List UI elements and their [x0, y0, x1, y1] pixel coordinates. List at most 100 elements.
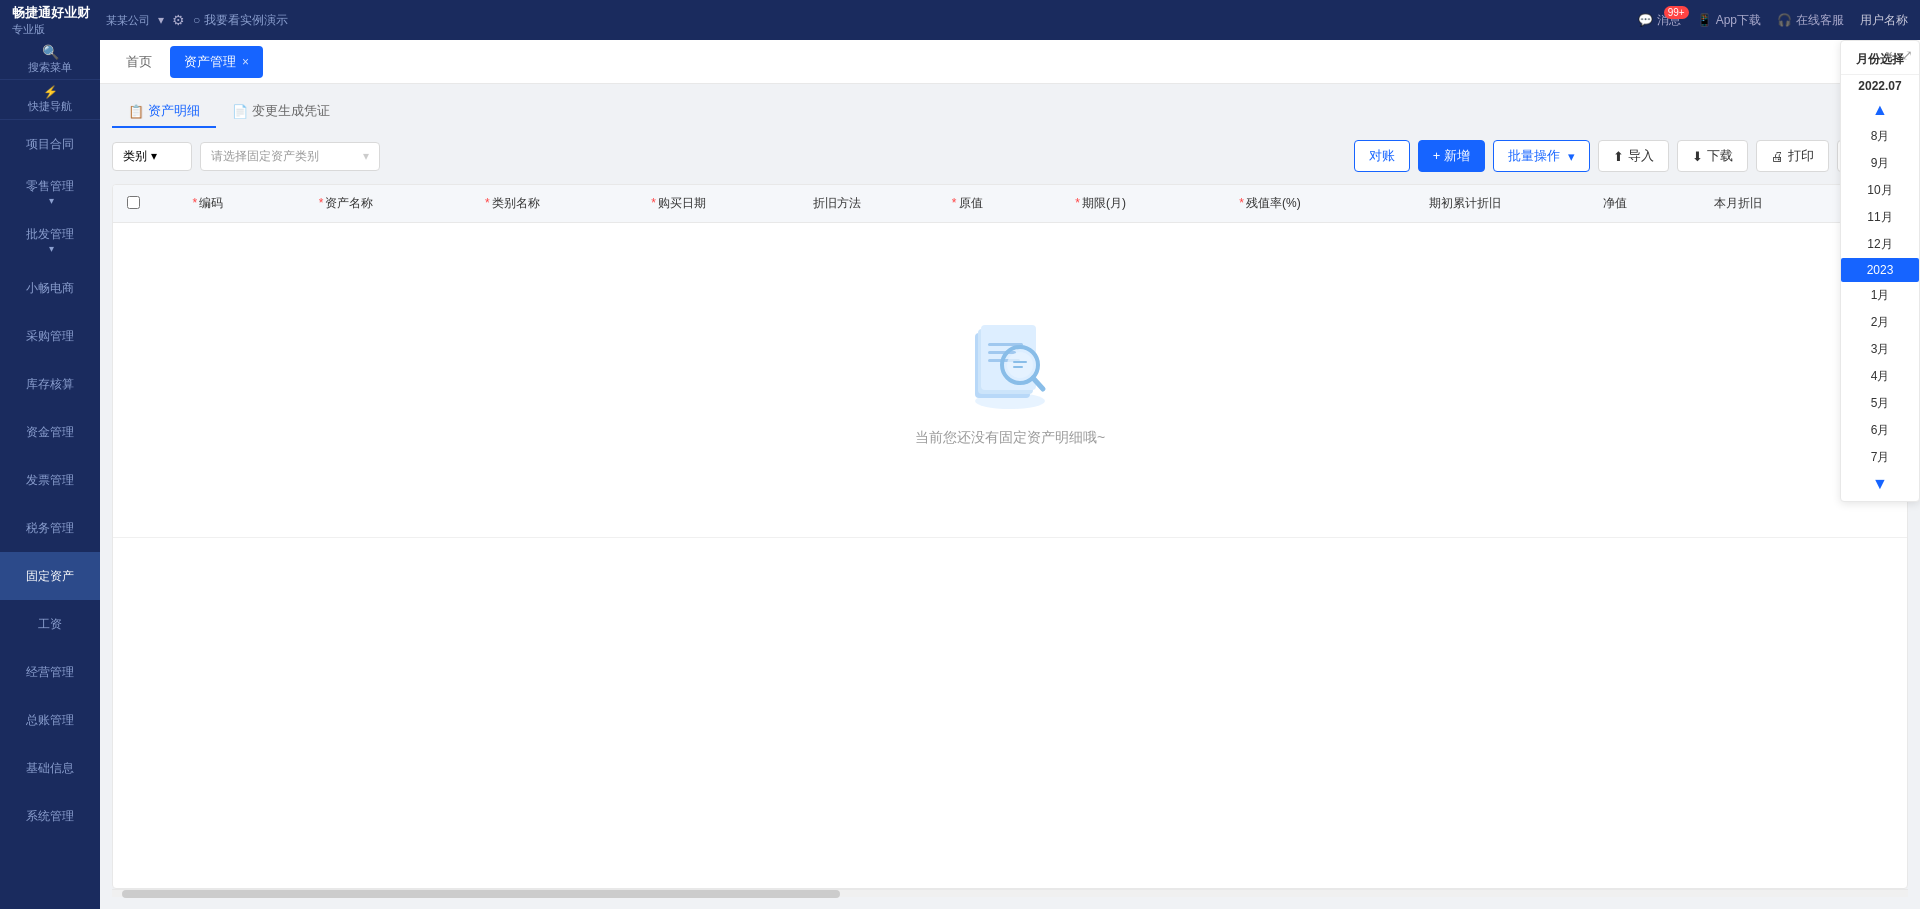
scroll-up-button[interactable]: ▲: [1868, 97, 1892, 123]
print-button[interactable]: 🖨 打印: [1756, 140, 1829, 172]
demo-button[interactable]: ○ 我要看实例演示: [193, 12, 288, 29]
month-item-8[interactable]: 8月: [1841, 123, 1919, 150]
chevron-down-icon-input: ▾: [363, 149, 369, 163]
month-item-4[interactable]: 4月: [1841, 363, 1919, 390]
sidebar-item-system[interactable]: 系统管理: [0, 792, 100, 840]
sidebar-item-fixed-assets[interactable]: 固定资产: [0, 552, 100, 600]
subtab-change-voucher[interactable]: 📄 变更生成凭证: [216, 96, 346, 128]
svg-rect-11: [1013, 366, 1023, 368]
demo-icon: ○: [193, 13, 200, 27]
sidebar-item-search[interactable]: 🔍 搜索菜单: [0, 40, 100, 80]
month-item-2[interactable]: 2月: [1841, 309, 1919, 336]
expand-panel-button[interactable]: ⤢: [1899, 45, 1915, 65]
sidebar-item-retail[interactable]: 零售管理 ▾: [0, 168, 100, 216]
th-category: *类别名称: [429, 185, 595, 223]
month-item-5[interactable]: 5月: [1841, 390, 1919, 417]
sidebar-item-tax[interactable]: 税务管理: [0, 504, 100, 552]
empty-state: 当前您还没有固定资产明细哦~: [121, 233, 1899, 527]
company-dropdown[interactable]: ▾: [158, 13, 164, 27]
empty-illustration: [950, 313, 1070, 413]
empty-state-cell: 当前您还没有固定资产明细哦~: [113, 223, 1907, 538]
select-all-checkbox[interactable]: [127, 196, 140, 209]
message-button[interactable]: 💬 消息 99+: [1638, 12, 1681, 29]
assets-table: *编码 *资产名称 *类别名称 *购买日期 折旧方法 *原值 *期限(月) *残…: [113, 185, 1907, 538]
month-item-12[interactable]: 12月: [1841, 231, 1919, 258]
chevron-down-icon: ▾: [49, 195, 54, 206]
th-net-value: 净值: [1568, 185, 1662, 223]
month-item-9[interactable]: 9月: [1841, 150, 1919, 177]
sidebar-item-ecommerce[interactable]: 小畅电商: [0, 264, 100, 312]
month-item-10[interactable]: 10月: [1841, 177, 1919, 204]
table-header-row: *编码 *资产名称 *类别名称 *购买日期 折旧方法 *原值 *期限(月) *残…: [113, 185, 1907, 223]
month-picker-panel: × ⤢ 月份选择 2022.07 ▲ 8月 9月 10月 11月 12月 202…: [1840, 40, 1920, 502]
scroll-down-button[interactable]: ▼: [1868, 471, 1892, 497]
tab-asset-management[interactable]: 资产管理 ×: [170, 46, 263, 78]
scrollbar-thumb[interactable]: [122, 890, 840, 898]
sidebar-item-operations[interactable]: 经营管理: [0, 648, 100, 696]
month-item-3[interactable]: 3月: [1841, 336, 1919, 363]
download-icon: 📱: [1697, 13, 1712, 27]
table-container: *编码 *资产名称 *类别名称 *购买日期 折旧方法 *原值 *期限(月) *残…: [112, 184, 1908, 889]
content-area: 首页 资产管理 × 📋 资产明细 📄 变更生成凭证: [100, 40, 1920, 909]
add-button[interactable]: + 新增: [1418, 140, 1485, 172]
sidebar-item-general-ledger[interactable]: 总账管理: [0, 696, 100, 744]
sidebar-item-purchase[interactable]: 采购管理: [0, 312, 100, 360]
download-button[interactable]: ⬇ 下载: [1677, 140, 1748, 172]
list-icon: 📋: [128, 104, 144, 119]
close-panel-button[interactable]: ×: [1883, 45, 1895, 65]
month-item-1[interactable]: 1月: [1841, 282, 1919, 309]
sidebar-item-contract[interactable]: 项目合同: [0, 120, 100, 168]
headset-icon: 🎧: [1777, 13, 1792, 27]
sub-tabs: 📋 资产明细 📄 变更生成凭证: [112, 96, 1908, 128]
th-purchase-date: *购买日期: [595, 185, 761, 223]
month-item-7[interactable]: 7月: [1841, 444, 1919, 471]
month-item-11[interactable]: 11月: [1841, 204, 1919, 231]
tab-close-icon[interactable]: ×: [242, 55, 249, 69]
toolbar: 类别 ▾ 请选择固定资产类别 ▾ 对账 + 新增 批量操作 ▾: [112, 140, 1908, 172]
online-service-button[interactable]: 🎧 在线客服: [1777, 12, 1844, 29]
th-residual-rate: *残值率(%): [1179, 185, 1361, 223]
chevron-down-icon-batch: ▾: [1568, 149, 1575, 164]
sidebar-item-quicknav[interactable]: ⚡ 快捷导航: [0, 80, 100, 120]
th-period: *期限(月): [1022, 185, 1179, 223]
top-bar-right: 💬 消息 99+ 📱 App下载 🎧 在线客服 用户名称: [1638, 12, 1908, 29]
company-name: 某某公司: [106, 13, 150, 28]
user-name[interactable]: 用户名称: [1860, 12, 1908, 29]
sidebar-item-invoice[interactable]: 发票管理: [0, 456, 100, 504]
month-item-6[interactable]: 6月: [1841, 417, 1919, 444]
th-accumulated-depreciation: 期初累计折旧: [1361, 185, 1568, 223]
settings-icon[interactable]: ⚙: [172, 12, 185, 28]
sidebar-item-wholesale[interactable]: 批发管理 ▾: [0, 216, 100, 264]
page-content: 📋 资产明细 📄 变更生成凭证 类别 ▾ 请选择固定资产类别: [100, 84, 1920, 909]
chevron-down-icon-filter: ▾: [151, 149, 157, 163]
message-badge: 99+: [1664, 6, 1689, 19]
doc-icon: 📄: [232, 104, 248, 119]
download-icon-btn: ⬇: [1692, 149, 1703, 164]
th-name: *资产名称: [263, 185, 429, 223]
reconcile-button[interactable]: 对账: [1354, 140, 1410, 172]
message-icon: 💬: [1638, 13, 1653, 27]
panel-controls: × ⤢: [1883, 45, 1915, 65]
app-download-button[interactable]: 📱 App下载: [1697, 12, 1761, 29]
batch-button[interactable]: 批量操作 ▾: [1493, 140, 1590, 172]
import-icon: ⬆: [1613, 149, 1624, 164]
sidebar-item-finance[interactable]: 资金管理: [0, 408, 100, 456]
month-year-display[interactable]: 2022.07: [1850, 75, 1909, 97]
toolbar-left: 类别 ▾ 请选择固定资产类别 ▾: [112, 142, 380, 171]
svg-rect-10: [1013, 361, 1027, 363]
sidebar-item-basic-info[interactable]: 基础信息: [0, 744, 100, 792]
category-input[interactable]: 请选择固定资产类别 ▾: [200, 142, 380, 171]
th-original-value: *原值: [912, 185, 1022, 223]
import-button[interactable]: ⬆ 导入: [1598, 140, 1669, 172]
sidebar-item-salary[interactable]: 工资: [0, 600, 100, 648]
year-2023-item[interactable]: 2023: [1841, 258, 1919, 282]
sidebar: 🔍 搜索菜单 ⚡ 快捷导航 项目合同 零售管理 ▾ 批发管理 ▾ 小畅电商 采购…: [0, 40, 100, 909]
th-depreciation-method: 折旧方法: [762, 185, 913, 223]
scrollbar-area[interactable]: [112, 889, 1908, 897]
subtab-asset-detail[interactable]: 📋 资产明细: [112, 96, 216, 128]
tab-home[interactable]: 首页: [112, 46, 166, 78]
category-filter-select[interactable]: 类别 ▾: [112, 142, 192, 171]
svg-point-8: [1007, 352, 1033, 378]
sidebar-item-inventory[interactable]: 库存核算: [0, 360, 100, 408]
app-title: 畅捷通好业财 专业版: [12, 4, 90, 37]
